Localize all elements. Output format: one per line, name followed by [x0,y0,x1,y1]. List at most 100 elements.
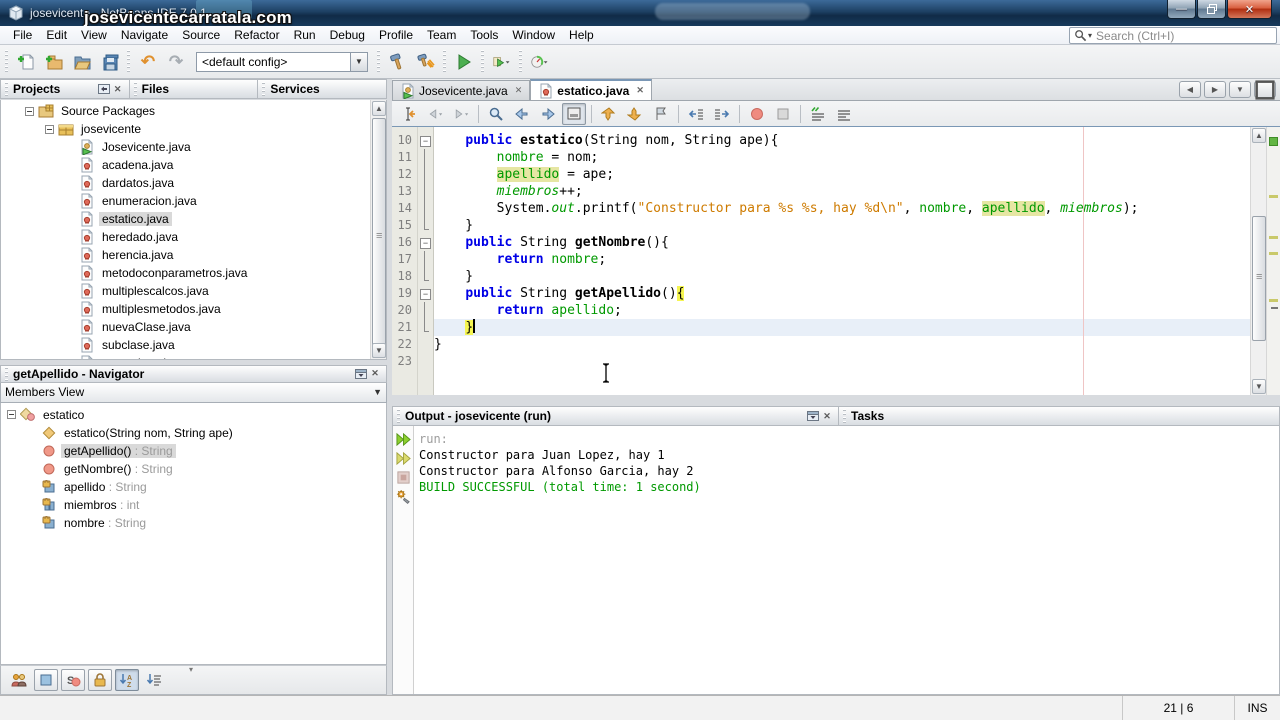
code-line[interactable]: public String getApellido(){ [434,285,1250,302]
code-line[interactable]: } [434,268,1250,285]
config-combobox[interactable]: <default config> ▼ [196,51,368,72]
code-line[interactable]: } [434,319,1250,336]
navigator-member-item[interactable]: estatico(String nom, String ape) [1,424,386,442]
show-fields-button[interactable] [34,669,58,691]
line-number[interactable]: 12 [392,166,417,183]
code-line[interactable]: } [434,217,1250,234]
fold-mark[interactable] [418,285,433,302]
line-number[interactable]: 23 [392,353,417,370]
code-line[interactable] [434,353,1250,370]
scroll-up-icon[interactable]: ▲ [372,101,386,116]
search-input[interactable]: ▾ Search (Ctrl+I) [1069,27,1277,44]
close-button[interactable]: ✕ [1227,0,1272,19]
maximize-button[interactable] [1254,79,1276,100]
code-line[interactable]: apellido = ape; [434,166,1250,183]
search-scope-dropdown-icon[interactable]: ▾ [1088,31,1092,40]
line-number[interactable]: 15 [392,217,417,234]
minimize-button[interactable]: — [1167,0,1196,19]
project-file-item[interactable]: heredado.java [1,228,370,246]
clean-build-button[interactable] [412,48,440,76]
line-number[interactable]: 22 [392,336,417,353]
panel-tab-services[interactable]: Services [257,79,388,99]
menu-file[interactable]: File [6,27,39,43]
code-fold-margin[interactable] [418,127,434,395]
shift-right-button[interactable] [710,103,734,125]
next-bookmark-button[interactable] [623,103,647,125]
rerun-button[interactable] [395,431,412,447]
code-line[interactable]: miembros++; [434,183,1250,200]
occurrence-mark[interactable] [1269,252,1278,255]
back-button[interactable] [423,103,447,125]
restore-button[interactable] [1197,0,1226,19]
navigator-member-item[interactable]: getNombre() : String [1,460,386,478]
minimize-panel-icon[interactable] [354,367,368,380]
line-number-gutter[interactable]: 91011121314151617181920212223 [392,127,418,395]
scrollbar-thumb[interactable] [1252,216,1266,341]
menu-debug[interactable]: Debug [323,27,372,43]
open-project-button[interactable] [68,48,96,76]
uncomment-button[interactable] [832,103,856,125]
tree-item-source-packages[interactable]: Source Packages [1,102,370,120]
line-number[interactable]: 18 [392,268,417,285]
debug-menu-button[interactable] [488,48,516,76]
code-line[interactable]: return apellido; [434,302,1250,319]
editor-scrollbar[interactable]: ▲ ▼ [1250,127,1266,395]
show-non-public-button[interactable] [88,669,112,691]
code-editor[interactable]: 91011121314151617181920212223 public est… [392,127,1280,395]
output-console[interactable]: run: Constructor para Juan Lopez, hay 1 Co… [414,426,1279,694]
scroll-down-icon[interactable]: ▼ [372,342,386,358]
minimize-panel-icon[interactable] [97,83,111,96]
line-number[interactable]: 14 [392,200,417,217]
project-file-item[interactable]: subclase.java [1,336,370,354]
show-static-button[interactable]: S [61,669,85,691]
build-button[interactable] [384,48,412,76]
shift-left-button[interactable] [684,103,708,125]
panel-tab-files[interactable]: Files [128,79,258,99]
navigator-member-item[interactable]: nombre : String [1,514,386,532]
find-selection-button[interactable] [484,103,508,125]
prev-bookmark-button[interactable] [597,103,621,125]
toggle-highlight-button[interactable] [562,102,586,125]
config-dropdown-icon[interactable]: ▼ [350,52,367,71]
menu-team[interactable]: Team [420,27,463,43]
line-number[interactable]: 21 [392,319,417,336]
project-file-item[interactable]: multiplesmetodos.java [1,300,370,318]
collapse-grip-icon[interactable]: ▾ [189,665,193,674]
scroll-right-button[interactable]: ▶ [1204,81,1226,98]
tree-expander-icon[interactable] [7,410,16,419]
menu-view[interactable]: View [74,27,114,43]
profile-menu-button[interactable] [526,48,554,76]
rerun-alt-button[interactable] [395,450,412,466]
inherited-members-button[interactable] [7,669,31,691]
menu-run[interactable]: Run [287,27,323,43]
scroll-up-icon[interactable]: ▲ [1252,128,1266,143]
menu-window[interactable]: Window [505,27,562,43]
redo-button[interactable]: ↷ [162,48,190,76]
menu-navigate[interactable]: Navigate [114,27,175,43]
project-file-item[interactable]: estatico.java [1,210,370,228]
project-file-item[interactable]: metodoconparametros.java [1,264,370,282]
line-number[interactable]: 10 [392,132,417,149]
code-line[interactable]: return nombre; [434,251,1250,268]
project-file-item[interactable]: multiplescalcos.java [1,282,370,300]
code-text-area[interactable]: public estatico(String nom, String ape){… [434,127,1250,395]
occurrence-mark[interactable] [1269,236,1278,239]
line-number[interactable]: 17 [392,251,417,268]
menu-tools[interactable]: Tools [463,27,505,43]
line-number[interactable]: 16 [392,234,417,251]
line-number[interactable]: 11 [392,149,417,166]
project-file-item[interactable]: Josevicente.java [1,138,370,156]
toggle-bookmark-button[interactable] [649,103,673,125]
projects-scrollbar[interactable]: ▲ ▼ [370,100,386,359]
panel-tab-projects[interactable]: Projects ✕ [0,79,129,99]
code-line[interactable]: public String getNombre(){ [434,234,1250,251]
project-file-item[interactable]: herencia.java [1,246,370,264]
line-number[interactable]: 20 [392,302,417,319]
project-file-item[interactable]: nuevaClase.java [1,318,370,336]
sort-by-source-button[interactable] [142,669,166,691]
close-panel-icon[interactable]: ✕ [368,367,382,380]
run-button[interactable] [450,48,478,76]
menu-edit[interactable]: Edit [39,27,74,43]
tree-item-package[interactable]: josevicente [1,120,370,138]
titlebar[interactable]: josevicente - NetBeans IDE 7.0.1 josevic… [0,0,1280,27]
